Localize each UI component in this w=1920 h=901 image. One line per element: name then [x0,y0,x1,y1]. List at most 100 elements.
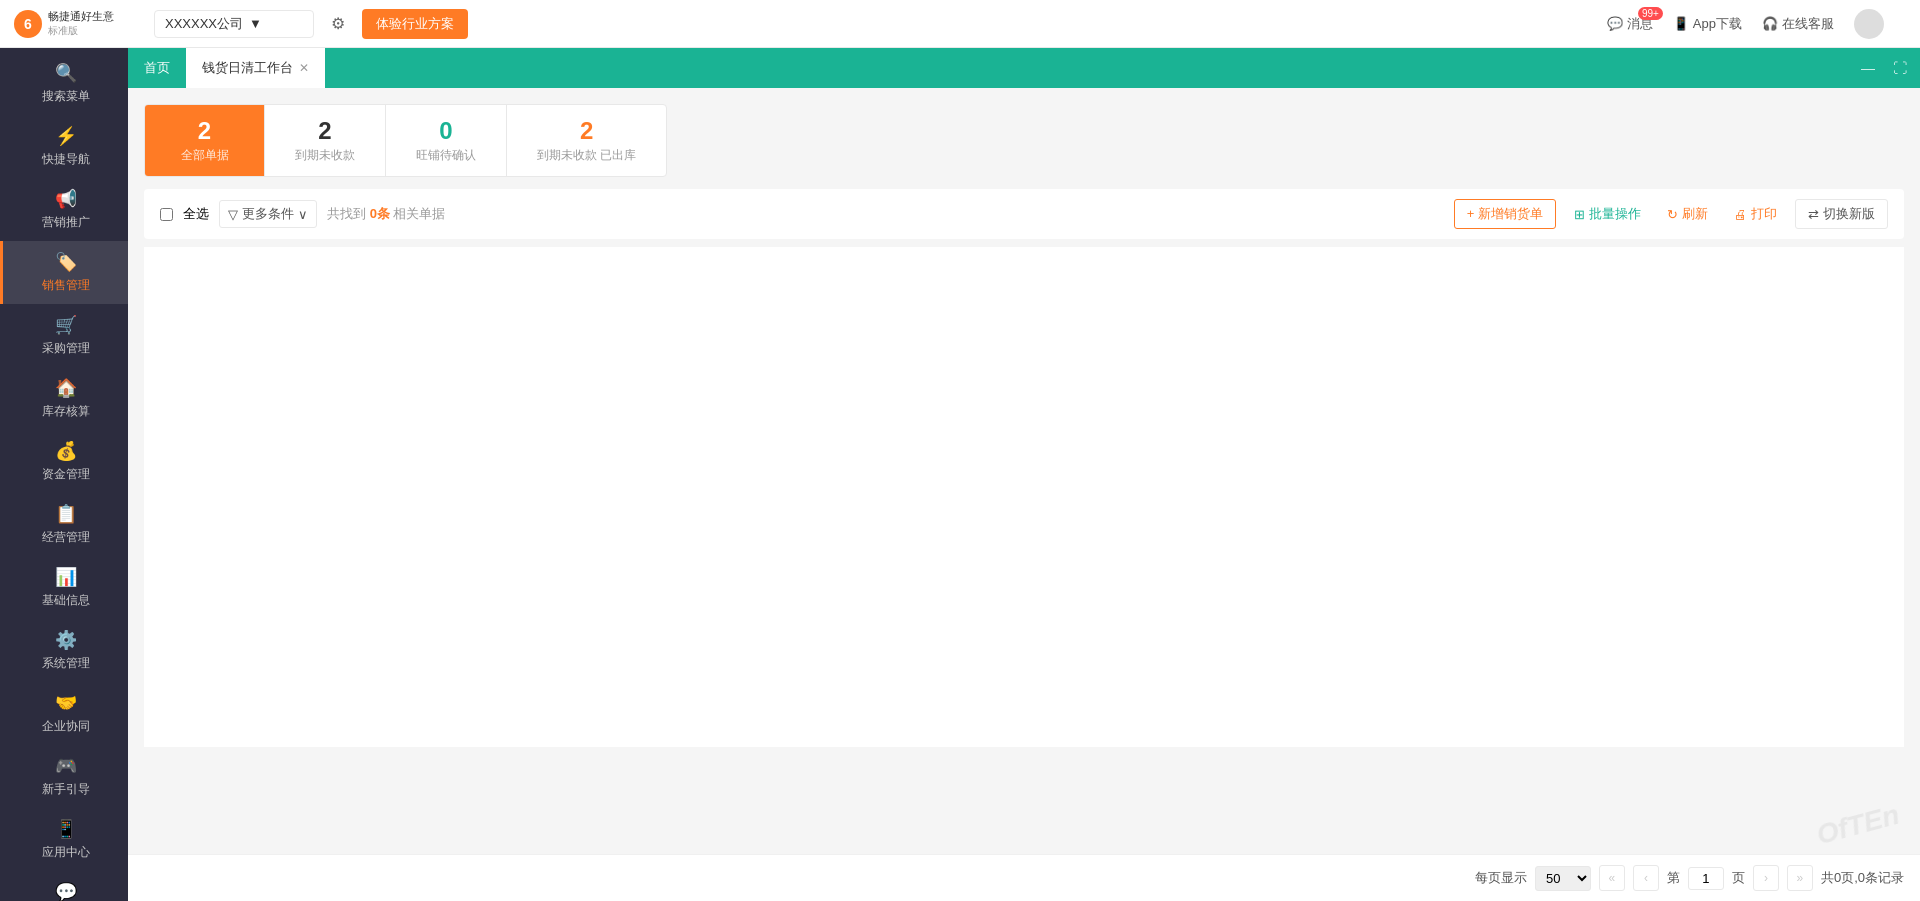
stat-tab-all[interactable]: 2 全部单据 [145,105,265,176]
avatar[interactable] [1854,9,1884,39]
sidebar-item-app-center[interactable]: 📱 应用中心 [0,808,128,871]
batch-ops-button[interactable]: ⊞ 批量操作 [1566,201,1649,227]
sidebar-item-inventory[interactable]: 🏠 库存核算 [0,367,128,430]
cooperation-icon: 🤝 [55,692,77,714]
per-page-select[interactable]: 50 100 200 [1535,866,1591,891]
new-sales-button[interactable]: + 新增销货单 [1454,199,1556,229]
search-icon: 🔍 [55,62,77,84]
header-right: 💬 消息 99+ 📱 App下载 🎧 在线客服 [1607,9,1904,39]
stat-label-overdue: 到期未收款 [295,147,355,164]
service-icon: 🎧 [1762,16,1778,31]
switch-version-button[interactable]: ⇄ 切换新版 [1795,199,1888,229]
messages-badge: 99+ [1638,7,1663,20]
sidebar-item-system[interactable]: ⚙️ 系统管理 [0,619,128,682]
download-icon: 📱 [1673,16,1689,31]
result-count: 0条 [370,206,390,221]
next-page-button[interactable]: › [1753,865,1779,891]
basic-info-icon: 📊 [55,566,77,588]
sidebar-label-cooperation: 企业协同 [42,718,90,735]
stat-num-shipped: 2 [537,117,636,145]
batch-icon: ⊞ [1574,207,1585,222]
first-page-button[interactable]: « [1599,865,1625,891]
toolbar-left: 全选 ▽ 更多条件 ∨ 共找到 0条 相关单据 [160,200,1442,228]
toolbar: 全选 ▽ 更多条件 ∨ 共找到 0条 相关单据 + 新增销货单 ⊞ 批量操作 ↻… [144,189,1904,239]
tab-bar: 首页 钱货日清工作台 ✕ — ⛶ [128,48,1920,88]
stats-tabs: 2 全部单据 2 到期未收款 0 旺铺待确认 2 到期未收款 已出库 [144,104,667,177]
company-name: XXXXXX公司 [165,15,243,33]
company-selector[interactable]: XXXXXX公司 ▼ [154,10,314,38]
stat-tab-overdue[interactable]: 2 到期未收款 [265,105,386,176]
tab-home[interactable]: 首页 [128,48,186,88]
sidebar-item-operations[interactable]: 📋 经营管理 [0,493,128,556]
prev-page-button[interactable]: ‹ [1633,865,1659,891]
toolbar-right: + 新增销货单 ⊞ 批量操作 ↻ 刷新 🖨 打印 ⇄ 切换新版 [1454,199,1888,229]
top-header: XXXXXX公司 ▼ ⚙ 体验行业方案 💬 消息 99+ 📱 App下载 🎧 在… [128,0,1920,48]
filter-icon: ▽ [228,207,238,222]
sidebar-item-wechat[interactable]: 💬 企业微信 [0,871,128,901]
wechat-icon: 💬 [55,881,77,901]
main-content: 2 全部单据 2 到期未收款 0 旺铺待确认 2 到期未收款 已出库 全选 ▽ … [128,88,1920,901]
sidebar-menu: 🔍 搜索菜单 ⚡ 快捷导航 📢 营销推广 🏷️ 销售管理 🛒 采购管理 🏠 库存… [0,48,128,901]
message-icon: 💬 [1607,16,1623,31]
purchase-icon: 🛒 [55,314,77,336]
sidebar-item-search[interactable]: 🔍 搜索菜单 [0,52,128,115]
sidebar-label-inventory: 库存核算 [42,403,90,420]
sidebar-label-finance: 资金管理 [42,466,90,483]
sidebar-item-purchase[interactable]: 🛒 采购管理 [0,304,128,367]
more-filters-button[interactable]: ▽ 更多条件 ∨ [219,200,317,228]
chevron-down-filter: ∨ [298,207,308,222]
more-filters-label: 更多条件 [242,205,294,223]
sidebar-item-guide[interactable]: 🎮 新手引导 [0,745,128,808]
window-minimize-button[interactable]: — [1856,56,1880,80]
page-label-end: 页 [1732,869,1745,887]
messages-button[interactable]: 💬 消息 99+ [1607,15,1653,33]
pagination-bar: 每页显示 50 100 200 « ‹ 第 1 页 › » 共0页,0条记录 [128,854,1920,901]
settings-button[interactable]: ⚙ [322,8,354,40]
operations-icon: 📋 [55,503,77,525]
sidebar-label-marketing: 营销推广 [42,214,90,231]
sidebar-item-sales[interactable]: 🏷️ 销售管理 [0,241,128,304]
finance-icon: 💰 [55,440,77,462]
sidebar-item-basic-info[interactable]: 📊 基础信息 [0,556,128,619]
app-download-button[interactable]: 📱 App下载 [1673,15,1742,33]
sidebar-item-finance[interactable]: 💰 资金管理 [0,430,128,493]
stat-label-all: 全部单据 [175,147,234,164]
stat-label-wangpu: 旺铺待确认 [416,147,476,164]
experience-button[interactable]: 体验行业方案 [362,9,468,39]
sidebar-label-purchase: 采购管理 [42,340,90,357]
chevron-down-icon: ▼ [249,16,262,31]
online-service-label: 在线客服 [1782,15,1834,33]
result-text: 共找到 0条 相关单据 [327,205,445,223]
select-all-checkbox[interactable] [160,208,173,221]
per-page-label: 每页显示 [1475,869,1527,887]
stat-num-all: 2 [175,117,234,145]
last-page-button[interactable]: » [1787,865,1813,891]
page-input[interactable]: 1 [1688,867,1724,890]
print-icon: 🖨 [1734,207,1747,222]
refresh-button[interactable]: ↻ 刷新 [1659,201,1716,227]
stat-tab-wangpu[interactable]: 0 旺铺待确认 [386,105,507,176]
sidebar-label-search: 搜索菜单 [42,88,90,105]
stat-num-overdue: 2 [295,117,355,145]
stat-tab-shipped[interactable]: 2 到期未收款 已出库 [507,105,666,176]
sidebar-item-marketing[interactable]: 📢 营销推广 [0,178,128,241]
window-expand-button[interactable]: ⛶ [1888,56,1912,80]
total-info: 共0页,0条记录 [1821,869,1904,887]
page-label: 第 [1667,869,1680,887]
stat-label-shipped: 到期未收款 已出库 [537,147,636,164]
sidebar-item-cooperation[interactable]: 🤝 企业协同 [0,682,128,745]
sidebar-item-quick-nav[interactable]: ⚡ 快捷导航 [0,115,128,178]
tab-active[interactable]: 钱货日清工作台 ✕ [186,48,325,88]
online-service-button[interactable]: 🎧 在线客服 [1762,15,1834,33]
marketing-icon: 📢 [55,188,77,210]
sidebar: 6 畅捷通好生意 标准版 🔍 搜索菜单 ⚡ 快捷导航 📢 营销推广 🏷️ 销售管… [0,0,128,901]
tab-close-icon[interactable]: ✕ [299,61,309,75]
app-name: 畅捷通好生意 [48,9,114,23]
sidebar-label-basic-info: 基础信息 [42,592,90,609]
tab-bar-actions: — ⛶ [1856,56,1920,80]
select-all-label: 全选 [183,205,209,223]
print-button[interactable]: 🖨 打印 [1726,201,1785,227]
app-center-icon: 📱 [55,818,77,840]
guide-icon: 🎮 [55,755,77,777]
app-download-label: App下载 [1693,15,1742,33]
